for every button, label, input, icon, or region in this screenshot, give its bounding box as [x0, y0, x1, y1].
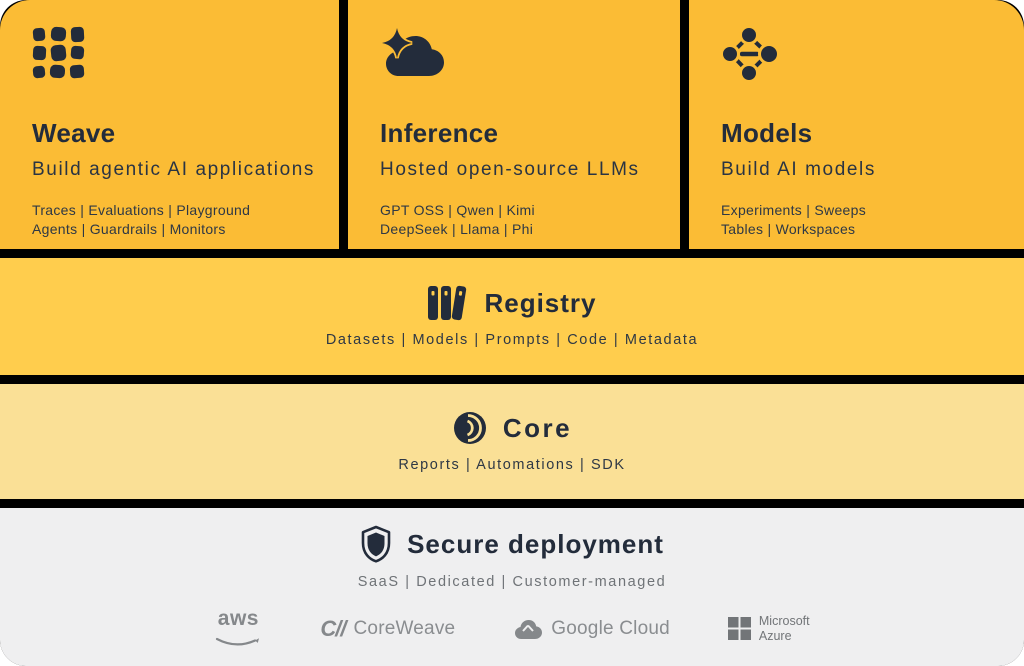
- microsoft-azure-logo: Microsoft Azure: [728, 614, 810, 643]
- library-icon: [427, 285, 469, 321]
- secure-title: Secure deployment: [407, 529, 664, 560]
- google-cloud-name: Google Cloud: [551, 618, 670, 640]
- secure-deployment-band: Secure deployment SaaS | Dedicated | Cus…: [0, 508, 1024, 666]
- registry-title: Registry: [484, 288, 596, 319]
- card-title: Inference: [380, 118, 656, 149]
- feature-line: Experiments | Sweeps: [721, 201, 1000, 220]
- google-cloud-logo: Google Cloud: [513, 618, 670, 640]
- core-title: Core: [503, 413, 572, 444]
- card-title: Models: [721, 118, 1000, 149]
- coreweave-logo: C// CoreWeave: [320, 616, 455, 642]
- aws-logo-text: aws: [218, 608, 259, 629]
- card-subtitle: Build agentic AI applications: [32, 159, 315, 181]
- registry-band: Registry Datasets | Models | Prompts | C…: [0, 258, 1024, 375]
- secure-features: SaaS | Dedicated | Customer-managed: [358, 574, 667, 590]
- ripple-icon: [452, 410, 488, 446]
- card-inference: Inference Hosted open-source LLMs GPT OS…: [348, 0, 680, 249]
- feature-line: GPT OSS | Qwen | Kimi: [380, 201, 656, 220]
- card-subtitle: Build AI models: [721, 159, 1000, 181]
- microsoft-azure-name: Microsoft Azure: [759, 614, 810, 643]
- google-cloud-icon: [513, 618, 543, 640]
- diagram-frame: Weave Build agentic AI applications Trac…: [0, 0, 1024, 666]
- product-cards-row: Weave Build agentic AI applications Trac…: [0, 0, 1024, 249]
- core-features: Reports | Automations | SDK: [398, 457, 625, 473]
- aws-smile-icon: [214, 637, 262, 649]
- card-features: GPT OSS | Qwen | Kimi DeepSeek | Llama |…: [380, 201, 656, 239]
- feature-line: DeepSeek | Llama | Phi: [380, 220, 656, 239]
- card-models: Models Build AI models Experiments | Swe…: [689, 0, 1024, 249]
- platform-diagram: Weave Build agentic AI applications Trac…: [0, 0, 1024, 666]
- card-features: Traces | Evaluations | Playground Agents…: [32, 201, 315, 239]
- microsoft-squares-icon: [728, 617, 751, 640]
- card-title: Weave: [32, 118, 315, 149]
- grid-icon: [32, 26, 315, 84]
- coreweave-name: CoreWeave: [354, 618, 456, 640]
- aws-logo: aws: [214, 608, 262, 649]
- core-band: Core Reports | Automations | SDK: [0, 384, 1024, 499]
- shield-icon: [360, 525, 392, 563]
- registry-features: Datasets | Models | Prompts | Code | Met…: [326, 332, 698, 348]
- card-subtitle: Hosted open-source LLMs: [380, 159, 656, 181]
- coreweave-mark: C//: [320, 616, 345, 642]
- card-weave: Weave Build agentic AI applications Trac…: [0, 0, 339, 249]
- azure-line: Azure: [759, 629, 810, 643]
- sparkle-cloud-icon: [380, 26, 656, 84]
- feature-line: Tables | Workspaces: [721, 220, 1000, 239]
- microsoft-line: Microsoft: [759, 614, 810, 628]
- feature-line: Agents | Guardrails | Monitors: [32, 220, 315, 239]
- node-graph-icon: [721, 26, 1000, 84]
- cloud-providers-row: aws C// CoreWeave: [214, 608, 809, 649]
- feature-line: Traces | Evaluations | Playground: [32, 201, 315, 220]
- card-features: Experiments | Sweeps Tables | Workspaces: [721, 201, 1000, 239]
